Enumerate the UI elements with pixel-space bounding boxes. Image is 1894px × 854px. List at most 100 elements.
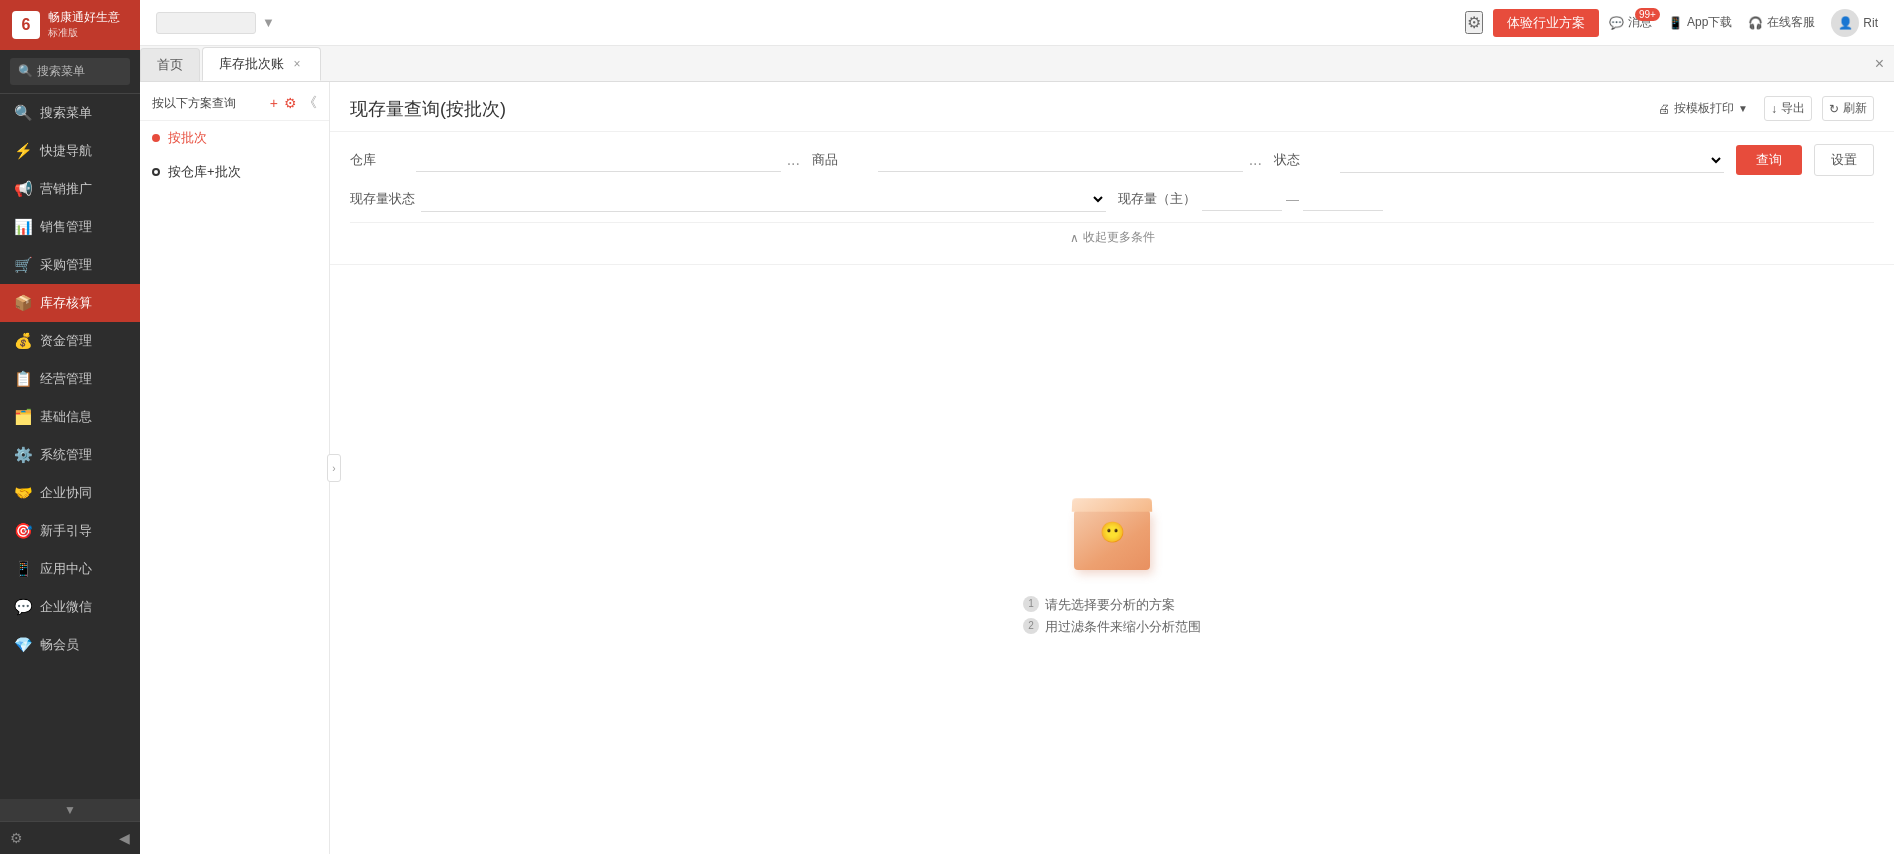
topbar-gear-button[interactable]: ⚙ bbox=[1465, 11, 1483, 34]
hint-text-2: 用过滤条件来缩小分析范围 bbox=[1045, 618, 1201, 636]
tab-inventory-batch[interactable]: 库存批次账 × bbox=[202, 47, 321, 81]
scheme-settings-button[interactable]: ⚙ bbox=[284, 95, 297, 111]
online-service-label: 在线客服 bbox=[1767, 14, 1815, 31]
sidebar-item-label-basic: 基础信息 bbox=[40, 408, 92, 426]
query-button[interactable]: 查询 bbox=[1736, 145, 1802, 175]
filter-item-dot-1 bbox=[152, 168, 160, 176]
service-icon: 🎧 bbox=[1748, 16, 1763, 30]
search-icon: 🔍 bbox=[14, 104, 32, 122]
stock-qty-max[interactable] bbox=[1303, 187, 1383, 211]
sidebar-item-label-wechat: 企业微信 bbox=[40, 598, 92, 616]
page-title: 现存量查询(按批次) bbox=[350, 97, 506, 121]
tab-home[interactable]: 首页 bbox=[140, 48, 200, 81]
column-settings-button[interactable]: 设置 bbox=[1814, 144, 1874, 176]
breadcrumb: ▼ bbox=[156, 12, 1455, 34]
system-icon: ⚙️ bbox=[14, 446, 32, 464]
sidebar-item-label-inventory: 库存核算 bbox=[40, 294, 92, 312]
status-dropdown[interactable] bbox=[1340, 147, 1724, 173]
sidebar-item-quick-nav[interactable]: ⚡ 快捷导航 bbox=[0, 132, 140, 170]
sidebar-item-label-quick-nav: 快捷导航 bbox=[40, 142, 92, 160]
sidebar-item-system[interactable]: ⚙️ 系统管理 bbox=[0, 436, 140, 474]
tab-close-icon[interactable]: × bbox=[290, 57, 304, 71]
search-icon: 🔍 bbox=[18, 64, 33, 78]
hint-num-2: 2 bbox=[1023, 618, 1039, 634]
filter-panel-header: 按以下方案查询 + ⚙ 《 bbox=[140, 82, 329, 121]
refresh-button[interactable]: ↻ 刷新 bbox=[1822, 96, 1874, 121]
sidebar-item-purchase[interactable]: 🛒 采购管理 bbox=[0, 246, 140, 284]
collapse-panel-button[interactable]: 《 bbox=[303, 94, 317, 112]
sidebar-item-inventory[interactable]: 📦 库存核算 bbox=[0, 284, 140, 322]
sidebar-item-app[interactable]: 📱 应用中心 bbox=[0, 550, 140, 588]
online-service-button[interactable]: 🎧 在线客服 bbox=[1748, 14, 1815, 31]
user-menu[interactable]: 👤 Rit bbox=[1831, 9, 1878, 37]
breadcrumb-input[interactable] bbox=[156, 12, 256, 34]
sidebar-search-button[interactable]: 🔍 搜索菜单 bbox=[10, 58, 130, 85]
filter-item-label-1: 按仓库+批次 bbox=[168, 163, 241, 181]
print-caret-icon: ▼ bbox=[1738, 103, 1748, 114]
messages-button[interactable]: 💬 消息 99+ bbox=[1609, 14, 1652, 31]
trial-button[interactable]: 体验行业方案 bbox=[1493, 9, 1599, 37]
filter-items-list: 按批次 按仓库+批次 bbox=[140, 121, 329, 189]
filter-scheme-item-1[interactable]: 按仓库+批次 bbox=[140, 155, 329, 189]
goods-input[interactable] bbox=[878, 148, 1243, 172]
sales-icon: 📊 bbox=[14, 218, 32, 236]
filter-row-1: 仓库 ... 商品 ... 状态 查询 bbox=[350, 144, 1874, 176]
stock-status-dropdown[interactable] bbox=[421, 186, 1106, 212]
sidebar-item-wechat[interactable]: 💬 企业微信 bbox=[0, 588, 140, 626]
settings-icon: ⚙ bbox=[10, 830, 23, 846]
panel-collapse-handle[interactable]: › bbox=[327, 454, 341, 482]
page-title-bar: 现存量查询(按批次) 🖨 按模板打印 ▼ ↓ 导出 ↻ 刷新 bbox=[330, 82, 1894, 132]
sidebar-item-newbie[interactable]: 🎯 新手引导 bbox=[0, 512, 140, 550]
sidebar-item-sales[interactable]: 📊 销售管理 bbox=[0, 208, 140, 246]
sidebar-item-label-enterprise: 企业协同 bbox=[40, 484, 92, 502]
refresh-label: 刷新 bbox=[1843, 100, 1867, 117]
sidebar-item-enterprise[interactable]: 🤝 企业协同 bbox=[0, 474, 140, 512]
add-scheme-button[interactable]: + bbox=[270, 95, 278, 111]
goods-dots[interactable]: ... bbox=[1249, 151, 1262, 169]
messages-icon: 💬 bbox=[1609, 16, 1624, 30]
sidebar-item-basic[interactable]: 🗂️ 基础信息 bbox=[0, 398, 140, 436]
sidebar-settings-button[interactable]: ⚙ bbox=[10, 830, 23, 846]
sidebar-logo: 6 bbox=[12, 11, 40, 39]
collapse-more-button[interactable]: ∧ 收起更多条件 bbox=[350, 222, 1874, 252]
close-all-tabs-button[interactable]: × bbox=[1865, 51, 1894, 77]
print-button[interactable]: 🖨 按模板打印 ▼ bbox=[1652, 97, 1754, 120]
sidebar-item-search[interactable]: 🔍 搜索菜单 bbox=[0, 94, 140, 132]
quick-nav-icon: ⚡ bbox=[14, 142, 32, 160]
collapse-more-icon: ∧ bbox=[1070, 231, 1079, 245]
sidebar-company-name: 畅康通好生意 bbox=[48, 10, 120, 26]
messages-badge: 99+ bbox=[1635, 8, 1660, 21]
sidebar-item-label-newbie: 新手引导 bbox=[40, 522, 92, 540]
filter-panel: 按以下方案查询 + ⚙ 《 按批次 按仓库+批次 › bbox=[140, 82, 330, 854]
sidebar-scroll-down[interactable]: ▼ bbox=[0, 799, 140, 821]
sidebar-version: 标准版 bbox=[48, 26, 120, 40]
sidebar-item-label-search: 搜索菜单 bbox=[40, 104, 92, 122]
export-button[interactable]: ↓ 导出 bbox=[1764, 96, 1812, 121]
sidebar-collapse-button[interactable]: ◀ bbox=[119, 830, 130, 846]
sidebar-item-finance[interactable]: 💰 资金管理 bbox=[0, 322, 140, 360]
stock-qty-min[interactable] bbox=[1202, 187, 1282, 211]
refresh-icon: ↻ bbox=[1829, 102, 1839, 116]
purchase-icon: 🛒 bbox=[14, 256, 32, 274]
tabbar: 首页 库存批次账 × × bbox=[140, 46, 1894, 82]
filter-panel-title: 按以下方案查询 bbox=[152, 95, 236, 112]
sidebar-item-operations[interactable]: 📋 经营管理 bbox=[0, 360, 140, 398]
filter-panel-actions: + ⚙ 《 bbox=[270, 94, 317, 112]
hint-num-1: 1 bbox=[1023, 596, 1039, 612]
warehouse-input[interactable] bbox=[416, 148, 781, 172]
filter-scheme-item-0[interactable]: 按批次 bbox=[140, 121, 329, 155]
warehouse-dots[interactable]: ... bbox=[787, 151, 800, 169]
sidebar-item-label-purchase: 采购管理 bbox=[40, 256, 92, 274]
range-dash: — bbox=[1286, 192, 1299, 207]
filter-item-dot-0 bbox=[152, 134, 160, 142]
empty-hint-2: 2 用过滤条件来缩小分析范围 bbox=[1023, 618, 1201, 636]
enterprise-icon: 🤝 bbox=[14, 484, 32, 502]
warehouse-field: 仓库 ... bbox=[350, 148, 800, 172]
inventory-icon: 📦 bbox=[14, 294, 32, 312]
sidebar-item-label-operations: 经营管理 bbox=[40, 370, 92, 388]
app-download-button[interactable]: 📱 App下载 bbox=[1668, 14, 1732, 31]
sidebar-item-marketing[interactable]: 📢 营销推广 bbox=[0, 170, 140, 208]
avatar-icon: 👤 bbox=[1838, 16, 1853, 30]
topbar: ▼ ⚙ 体验行业方案 💬 消息 99+ 📱 App下载 🎧 在线客服 👤 bbox=[140, 0, 1894, 46]
sidebar-item-vip[interactable]: 💎 畅会员 bbox=[0, 626, 140, 664]
